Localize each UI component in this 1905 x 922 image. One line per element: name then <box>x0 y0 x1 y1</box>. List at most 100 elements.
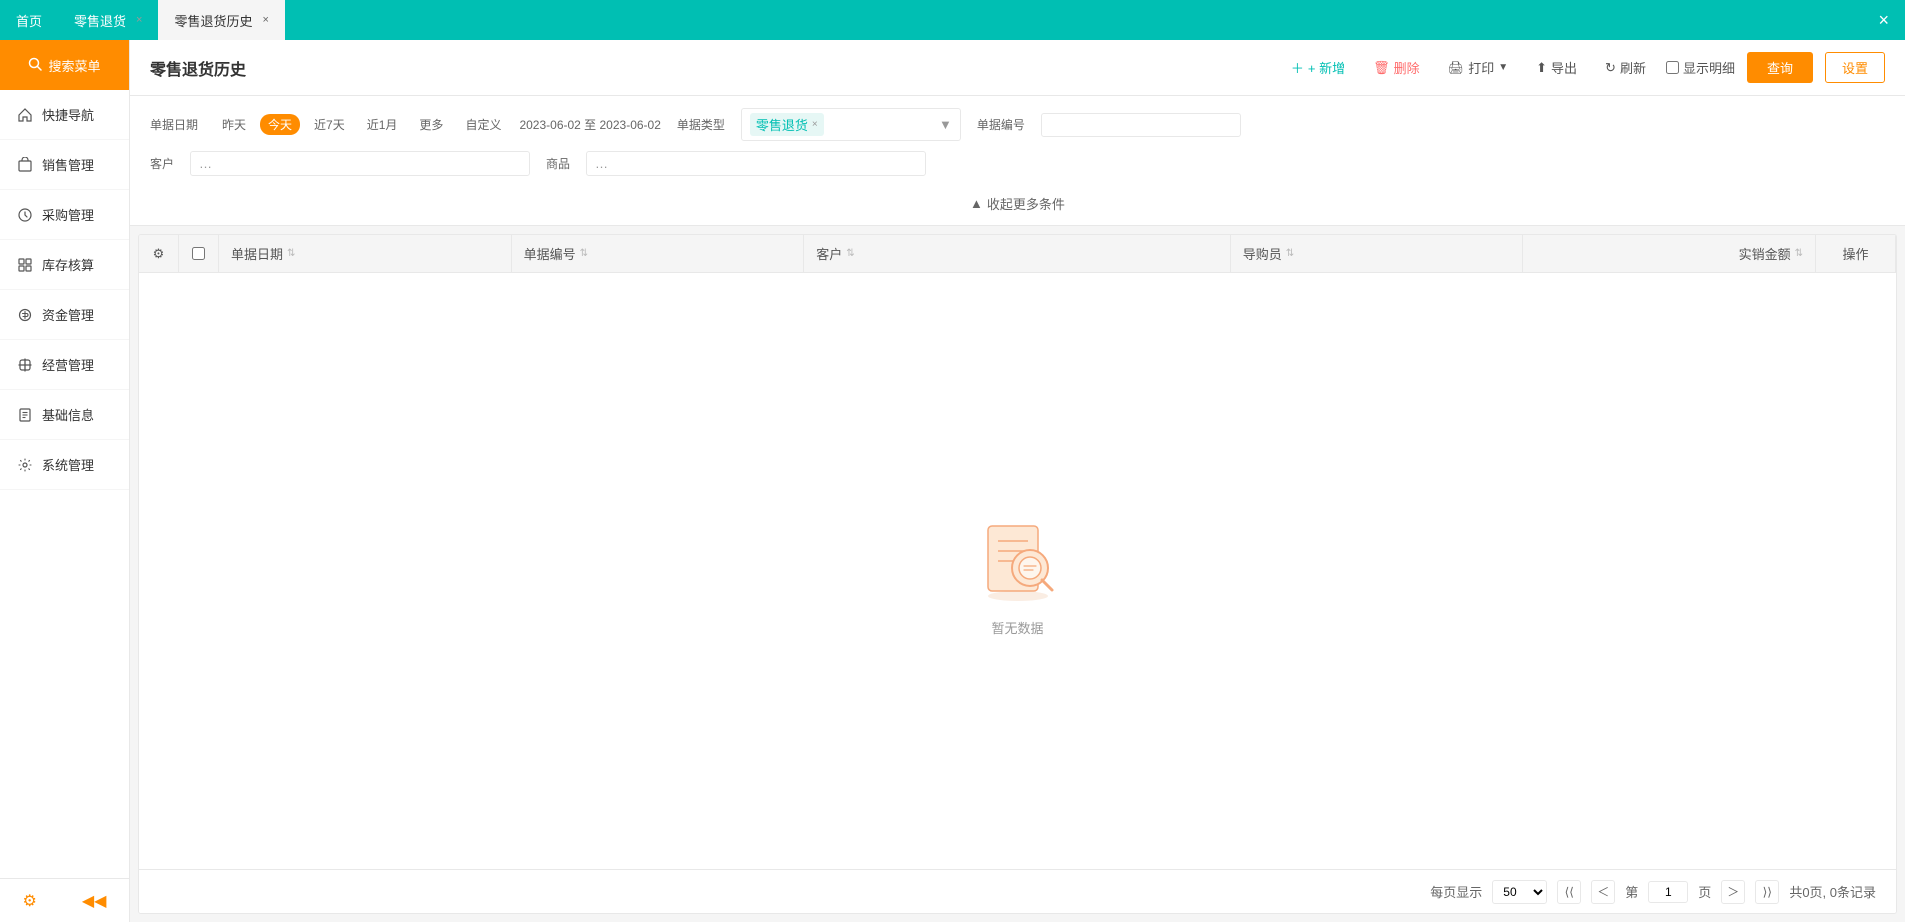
goods-select[interactable]: … <box>586 151 926 176</box>
add-icon: ＋ <box>1291 58 1304 77</box>
page-summary: 共0页, 0条记录 <box>1789 882 1876 901</box>
th-customer-sort-icon[interactable]: ⇅ <box>846 248 854 259</box>
inventory-icon <box>16 256 34 274</box>
delete-label: 删除 <box>1394 58 1420 77</box>
filter-row-1: 单据日期 昨天 今天 近7天 近1月 更多 自定义 2023-06-02 至 2… <box>150 108 1885 141</box>
th-amount: 实销金额 ⇅ <box>1523 235 1816 272</box>
sales-icon <box>16 156 34 174</box>
page-label: 第 <box>1625 882 1638 901</box>
tab-retail-return-close[interactable]: × <box>136 14 142 26</box>
customer-filter-label: 客户 <box>150 155 174 172</box>
th-customer: 客户 ⇅ <box>804 235 1230 272</box>
th-guide-label: 导购员 <box>1243 244 1282 263</box>
date-btn-yesterday[interactable]: 昨天 <box>214 114 254 135</box>
voucher-num-input[interactable] <box>1041 113 1241 137</box>
th-date-label: 单据日期 <box>231 244 283 263</box>
sidebar-item-operations[interactable]: 经营管理 <box>0 340 129 390</box>
show-detail-checkbox[interactable]: 显示明细 <box>1666 58 1735 77</box>
settings-button[interactable]: 设置 <box>1825 52 1885 83</box>
page-size-label: 每页显示 <box>1430 882 1482 901</box>
tab-home-label: 首页 <box>16 11 42 30</box>
sidebar-nav: 快捷导航 销售管理 采购管理 <box>0 90 129 878</box>
audio-icon[interactable]: ◀◀ <box>82 891 107 911</box>
refresh-button[interactable]: ↻ 刷新 <box>1597 54 1654 81</box>
voucher-type-arrow-icon: ▼ <box>939 117 952 132</box>
search-icon <box>28 57 42 74</box>
sidebar-item-system-label: 系统管理 <box>42 455 94 474</box>
export-icon: ⬆ <box>1536 60 1547 76</box>
voucher-type-select[interactable]: 零售退货 × ▼ <box>741 108 961 141</box>
print-label: 打印 <box>1468 58 1494 77</box>
finance-icon <box>16 306 34 324</box>
th-num: 单据编号 ⇅ <box>512 235 805 272</box>
print-icon: 🖨 <box>1448 60 1465 76</box>
voucher-type-tag-text: 零售退货 <box>756 115 808 134</box>
th-checkbox[interactable] <box>179 235 219 272</box>
show-detail-input[interactable] <box>1666 61 1679 74</box>
date-range-display: 2023-06-02 至 2023-06-02 <box>519 116 660 133</box>
basic-info-icon <box>16 406 34 424</box>
sidebar-item-inventory[interactable]: 库存核算 <box>0 240 129 290</box>
collapse-up-icon: ▲ <box>970 196 983 211</box>
sidebar-item-inventory-label: 库存核算 <box>42 255 94 274</box>
th-date-sort-icon[interactable]: ⇅ <box>287 248 295 259</box>
next-page-button[interactable]: ＞ <box>1721 880 1745 904</box>
prev-page-button[interactable]: ＜ <box>1591 880 1615 904</box>
first-page-button[interactable]: ⟨⟨ <box>1557 880 1581 904</box>
tab-retail-return[interactable]: 零售退货 × <box>58 0 158 40</box>
select-all-checkbox[interactable] <box>192 247 205 260</box>
add-button[interactable]: ＋ + 新增 <box>1283 54 1353 81</box>
th-settings[interactable]: ⚙ <box>139 235 179 272</box>
customer-select[interactable]: … <box>190 151 530 176</box>
main-layout: 搜索菜单 快捷导航 销售管理 <box>0 40 1905 922</box>
sidebar-item-quick-nav[interactable]: 快捷导航 <box>0 90 129 140</box>
empty-text: 暂无数据 <box>991 618 1043 637</box>
sidebar-item-operations-label: 经营管理 <box>42 355 94 374</box>
date-btn-7days[interactable]: 近7天 <box>306 114 353 135</box>
tab-retail-return-history[interactable]: 零售退货历史 × <box>158 0 284 40</box>
tab-retail-return-history-close[interactable]: × <box>262 14 268 26</box>
th-num-sort-icon[interactable]: ⇅ <box>580 248 588 259</box>
window-close-button[interactable]: × <box>1862 10 1905 31</box>
filter-area: 单据日期 昨天 今天 近7天 近1月 更多 自定义 2023-06-02 至 2… <box>130 96 1905 226</box>
sidebar-item-system-mgmt[interactable]: 系统管理 <box>0 440 129 490</box>
th-date: 单据日期 ⇅ <box>219 235 512 272</box>
collapse-button[interactable]: ▲ 收起更多条件 <box>970 194 1065 213</box>
export-button[interactable]: ⬆ 导出 <box>1528 54 1585 81</box>
export-label: 导出 <box>1551 58 1577 77</box>
delete-icon: 🗑 <box>1373 60 1390 76</box>
page-size-select[interactable]: 50 10 20 100 <box>1492 880 1547 904</box>
sidebar-item-purchase-label: 采购管理 <box>42 205 94 224</box>
th-num-label: 单据编号 <box>524 244 576 263</box>
th-amount-sort-icon[interactable]: ⇅ <box>1795 248 1803 259</box>
th-amount-label: 实销金额 <box>1739 244 1791 263</box>
date-btn-today[interactable]: 今天 <box>260 114 300 135</box>
voucher-type-tag-close[interactable]: × <box>812 119 818 130</box>
voucher-num-label: 单据编号 <box>977 116 1025 133</box>
sidebar-item-purchase-mgmt[interactable]: 采购管理 <box>0 190 129 240</box>
date-btn-1month[interactable]: 近1月 <box>359 114 406 135</box>
show-detail-label: 显示明细 <box>1683 58 1735 77</box>
system-icon <box>16 456 34 474</box>
goods-placeholder: … <box>595 156 608 171</box>
page-number-input[interactable] <box>1648 881 1688 903</box>
sidebar-item-basic-info[interactable]: 基础信息 <box>0 390 129 440</box>
settings-gear-icon: ⚙ <box>153 246 165 262</box>
last-page-button[interactable]: ⟩⟩ <box>1755 880 1779 904</box>
tab-retail-return-label: 零售退货 <box>74 11 126 30</box>
settings-icon[interactable]: ⚙ <box>23 891 37 911</box>
sidebar-item-finance[interactable]: 资金管理 <box>0 290 129 340</box>
sidebar-item-sales-mgmt[interactable]: 销售管理 <box>0 140 129 190</box>
sidebar-search[interactable]: 搜索菜单 <box>0 40 129 90</box>
query-button[interactable]: 查询 <box>1747 52 1813 83</box>
sidebar-search-label: 搜索菜单 <box>48 56 100 75</box>
tab-home[interactable]: 首页 <box>0 0 58 40</box>
date-btn-more[interactable]: 更多 <box>411 114 451 135</box>
delete-button[interactable]: 🗑 删除 <box>1365 54 1428 81</box>
sidebar-item-basic-info-label: 基础信息 <box>42 405 94 424</box>
print-button[interactable]: 🖨 打印 ▼ <box>1440 54 1516 81</box>
date-filter-label: 单据日期 <box>150 116 198 133</box>
table-container: ⚙ 单据日期 ⇅ 单据编号 ⇅ 客户 ⇅ 导购员 <box>138 234 1897 914</box>
date-btn-custom[interactable]: 自定义 <box>457 114 509 135</box>
th-guide-sort-icon[interactable]: ⇅ <box>1286 248 1294 259</box>
